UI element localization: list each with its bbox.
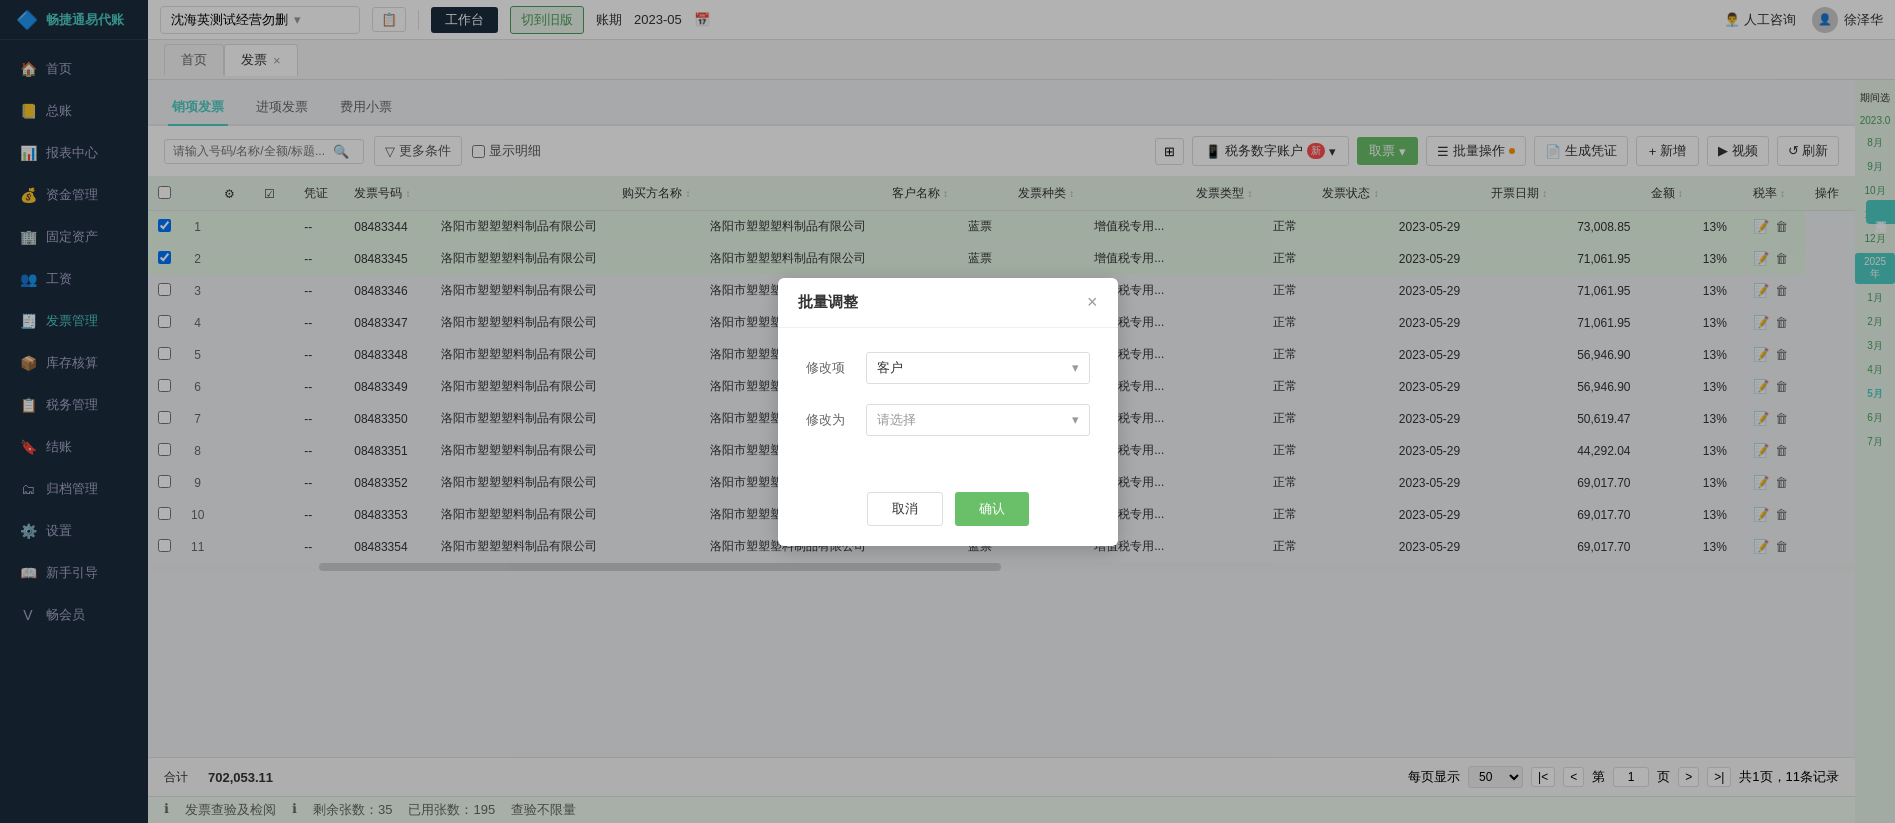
modal-title: 批量调整 — [798, 293, 858, 312]
field-dropdown-icon: ▾ — [1072, 360, 1079, 375]
modal-header: 批量调整 × — [778, 278, 1118, 328]
field-value: 客户 — [877, 359, 903, 377]
field-select[interactable]: 客户 ▾ — [866, 352, 1090, 384]
modal-cancel-button[interactable]: 取消 — [867, 492, 943, 526]
value-label: 修改为 — [806, 411, 866, 429]
value-placeholder: 请选择 — [877, 411, 916, 429]
modal-footer: 取消 确认 — [778, 480, 1118, 546]
modal-overlay: 批量调整 × 修改项 客户 ▾ 修改为 请选择 ▾ 取消 确认 — [0, 0, 1895, 823]
value-dropdown-icon: ▾ — [1072, 412, 1079, 427]
modal-close-button[interactable]: × — [1087, 292, 1098, 313]
form-row-field: 修改项 客户 ▾ — [806, 352, 1090, 384]
form-row-value: 修改为 请选择 ▾ — [806, 404, 1090, 436]
value-select[interactable]: 请选择 ▾ — [866, 404, 1090, 436]
batch-adjust-modal: 批量调整 × 修改项 客户 ▾ 修改为 请选择 ▾ 取消 确认 — [778, 278, 1118, 546]
modal-confirm-button[interactable]: 确认 — [955, 492, 1029, 526]
modal-body: 修改项 客户 ▾ 修改为 请选择 ▾ — [778, 328, 1118, 480]
field-label: 修改项 — [806, 359, 866, 377]
